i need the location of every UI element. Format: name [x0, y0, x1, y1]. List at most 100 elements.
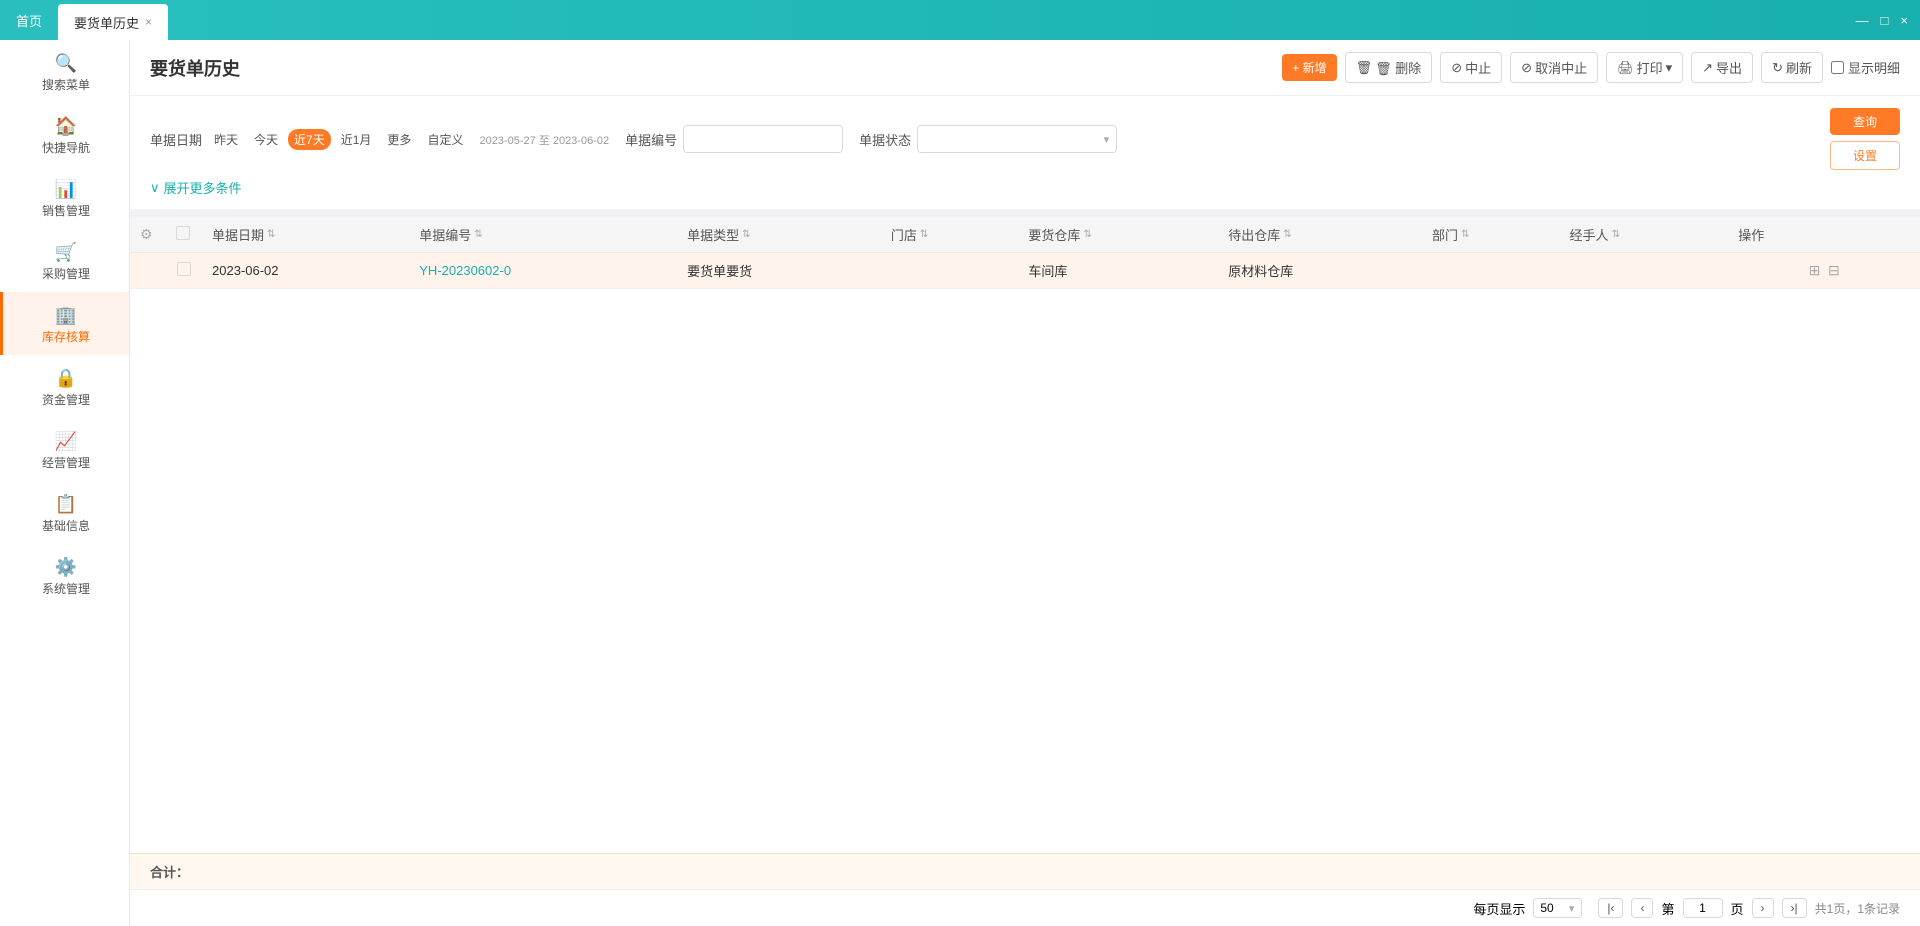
col-checkbox-header[interactable]: [166, 217, 202, 253]
cancel-stop-label: 取消中止: [1535, 58, 1587, 77]
btn-yesterday[interactable]: 昨天: [208, 129, 244, 150]
department-col-label: 部门: [1432, 225, 1458, 244]
btn-custom[interactable]: 自定义: [421, 129, 469, 150]
finance-icon: 🔒: [55, 369, 77, 387]
total-info: 共1页，1条记录: [1815, 900, 1900, 917]
sidebar-item-operations[interactable]: 📈 经营管理: [0, 418, 129, 481]
refresh-icon: ↻: [1772, 60, 1783, 76]
sidebar-item-quick-nav[interactable]: 🏠 快捷导航: [0, 103, 129, 166]
page-number-input[interactable]: [1683, 898, 1723, 918]
col-req-warehouse-header[interactable]: 要货仓库 ⇅: [1018, 217, 1218, 253]
col-bill-no-header[interactable]: 单据编号 ⇅: [409, 217, 677, 253]
tab-home-label: 首页: [16, 11, 42, 30]
col-handler-header[interactable]: 经手人 ⇅: [1560, 217, 1729, 253]
print-icon: 🖨: [1617, 60, 1634, 76]
sidebar-operations-label: 经营管理: [42, 454, 90, 471]
sidebar-item-basic-info[interactable]: 📋 基础信息: [0, 481, 129, 544]
sidebar-finance-label: 资金管理: [42, 391, 90, 408]
expand-more-btn[interactable]: ∨ 展开更多条件: [150, 178, 1900, 197]
bill-date-sort-icon: ⇅: [267, 229, 275, 240]
purchase-icon: 🛒: [55, 243, 77, 261]
page-size-select[interactable]: 10 20 50 100: [1533, 898, 1582, 918]
window-close[interactable]: ×: [1900, 13, 1908, 28]
row-edit-icon[interactable]: ⊞: [1809, 262, 1821, 278]
table-body: 2023-06-02 YH-20230602-0 要货单要货 车间库 原材料仓库…: [130, 253, 1920, 289]
sidebar-item-inventory[interactable]: 🏢 库存核算: [0, 292, 129, 355]
main-layout: 🔍 搜索菜单 🏠 快捷导航 📊 销售管理 🛒 采购管理 🏢 库存核算 🔒 资金管…: [0, 40, 1920, 926]
print-button[interactable]: 🖨 打印 ▾: [1606, 52, 1683, 83]
bill-no-sort-icon: ⇅: [474, 229, 482, 240]
stop-label: 中止: [1465, 58, 1491, 77]
table-settings-icon[interactable]: ⚙: [140, 226, 153, 242]
sidebar-item-search-menu[interactable]: 🔍 搜索菜单: [0, 40, 129, 103]
bill-date-col-label: 单据日期: [212, 225, 264, 244]
row-bill-type: 要货单要货: [677, 253, 881, 289]
delete-button[interactable]: 🗑 🗑 删除: [1345, 52, 1433, 83]
export-label: 导出: [1716, 58, 1742, 77]
bill-no-label: 单据编号: [625, 130, 677, 149]
window-maximize[interactable]: □: [1881, 13, 1889, 28]
page-header: 要货单历史 + 新增 🗑 🗑 删除 ⊘ 中止 ⊘ 取消中止 🖨 打印: [130, 40, 1920, 96]
summary-label: 合计：: [150, 862, 189, 881]
sidebar-item-system[interactable]: ⚙️ 系统管理: [0, 544, 129, 607]
sidebar-item-sales[interactable]: 📊 销售管理: [0, 166, 129, 229]
col-settings-header[interactable]: ⚙: [130, 217, 166, 253]
refresh-label: 刷新: [1786, 58, 1812, 77]
select-all-checkbox[interactable]: [176, 226, 190, 240]
settings-button[interactable]: 设置: [1830, 141, 1900, 170]
row-department: [1422, 253, 1560, 289]
sidebar-item-purchase[interactable]: 🛒 采购管理: [0, 229, 129, 292]
window-controls: — □ ×: [1844, 13, 1920, 28]
bill-status-select[interactable]: [917, 125, 1117, 153]
prev-page-button[interactable]: ‹: [1631, 898, 1653, 918]
bill-no-col-label: 单据编号: [419, 225, 471, 244]
bill-status-label: 单据状态: [859, 130, 911, 149]
col-department-header[interactable]: 部门 ⇅: [1422, 217, 1560, 253]
row-more-icon[interactable]: ⊟: [1828, 262, 1840, 278]
stop-icon: ⊘: [1451, 60, 1462, 76]
row-checkbox[interactable]: [166, 253, 202, 289]
tab-home[interactable]: 首页: [0, 0, 58, 40]
next-page-button[interactable]: ›: [1752, 898, 1774, 918]
refresh-button[interactable]: ↻ 刷新: [1761, 52, 1823, 83]
sidebar-inventory-label: 库存核算: [42, 328, 90, 345]
col-store-header[interactable]: 门店 ⇅: [881, 217, 1019, 253]
col-bill-type-header[interactable]: 单据类型 ⇅: [677, 217, 881, 253]
bill-no-input[interactable]: [683, 125, 843, 153]
col-pending-warehouse-header[interactable]: 待出仓库 ⇅: [1218, 217, 1422, 253]
pending-warehouse-col-label: 待出仓库: [1228, 225, 1280, 244]
first-page-button[interactable]: |‹: [1598, 898, 1623, 918]
stop-button[interactable]: ⊘ 中止: [1440, 52, 1502, 83]
btn-more[interactable]: 更多: [381, 129, 417, 150]
page-title: 要货单历史: [150, 55, 240, 93]
btn-today[interactable]: 今天: [248, 129, 284, 150]
window-minimize[interactable]: —: [1856, 13, 1869, 28]
last-page-button[interactable]: ›|: [1782, 898, 1807, 918]
row-handler: [1560, 253, 1729, 289]
sidebar-system-label: 系统管理: [42, 580, 90, 597]
query-button[interactable]: 查询: [1830, 108, 1900, 135]
tab-close-icon[interactable]: ×: [145, 15, 152, 29]
operations-col-label: 操作: [1738, 228, 1764, 243]
sales-icon: 📊: [55, 180, 77, 198]
bill-type-sort-icon: ⇅: [742, 229, 750, 240]
btn-7days[interactable]: 近7天: [288, 129, 331, 150]
row-select-checkbox[interactable]: [177, 262, 191, 276]
sidebar-purchase-label: 采购管理: [42, 265, 90, 282]
row-operations: ⊞ ⊟: [1728, 253, 1920, 289]
display-detail-checkbox[interactable]: [1831, 61, 1844, 74]
inventory-icon: 🏢: [55, 306, 77, 324]
tab-requisition-history[interactable]: 要货单历史 ×: [58, 4, 168, 40]
content-area: 要货单历史 + 新增 🗑 🗑 删除 ⊘ 中止 ⊘ 取消中止 🖨 打印: [130, 40, 1920, 926]
date-filter-label: 单据日期: [150, 130, 202, 149]
col-bill-date-header[interactable]: 单据日期 ⇅: [202, 217, 409, 253]
req-warehouse-sort-icon: ⇅: [1083, 229, 1091, 240]
display-toggle[interactable]: 显示明细: [1831, 58, 1900, 77]
sidebar-item-finance[interactable]: 🔒 资金管理: [0, 355, 129, 418]
top-bar: 首页 要货单历史 × — □ ×: [0, 0, 1920, 40]
cancel-stop-button[interactable]: ⊘ 取消中止: [1510, 52, 1598, 83]
add-button[interactable]: + 新增: [1282, 54, 1336, 81]
export-button[interactable]: ↗ 导出: [1691, 52, 1753, 83]
bill-no-link[interactable]: YH-20230602-0: [419, 263, 511, 278]
btn-1month[interactable]: 近1月: [335, 129, 378, 150]
